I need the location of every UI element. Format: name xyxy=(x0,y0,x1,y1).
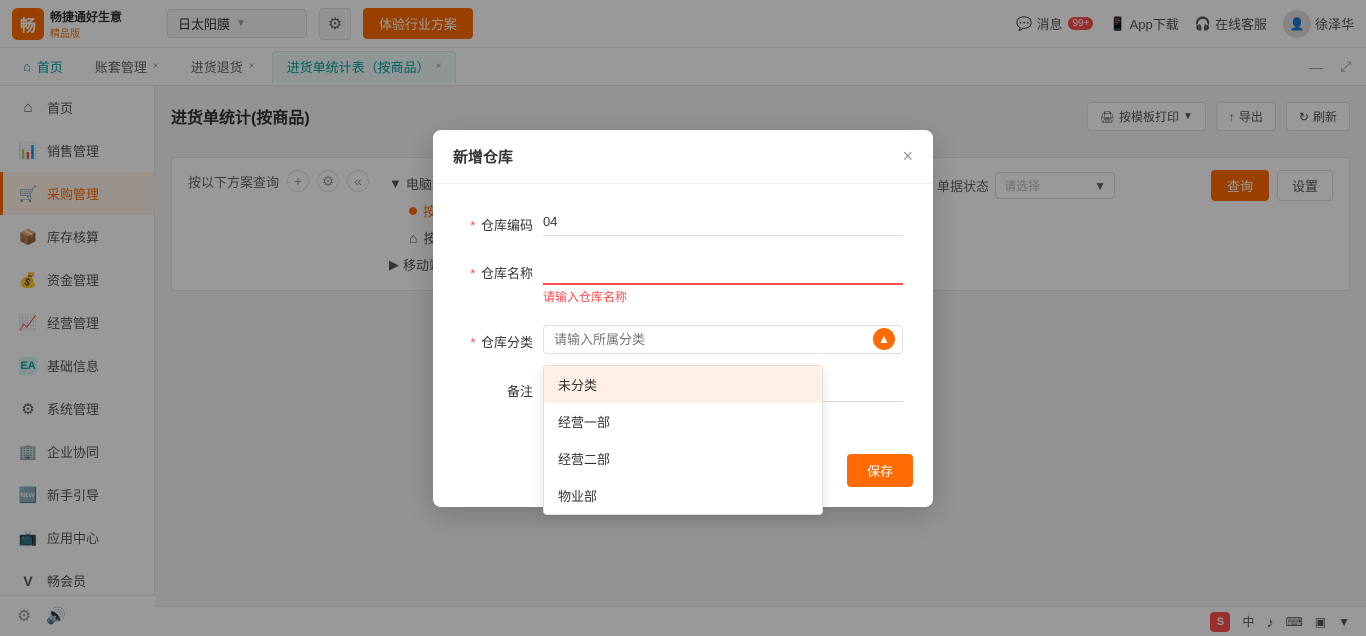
dropdown-item-dept2[interactable]: 经营二部 xyxy=(544,440,822,477)
name-error-msg: 请输入仓库名称 xyxy=(543,288,903,305)
dropdown-item-unclassified[interactable]: 未分类 xyxy=(544,366,822,403)
notes-label: 备注 xyxy=(463,374,533,400)
category-field-row: * 仓库分类 ▲ 未分类 经营一部 经营二部 物业部 xyxy=(463,325,903,354)
dropdown-item-dept1[interactable]: 经营一部 xyxy=(544,403,822,440)
modal-close-button[interactable]: × xyxy=(902,146,913,167)
modal-header: 新增仓库 × xyxy=(433,130,933,184)
save-button[interactable]: 保存 xyxy=(847,454,913,487)
name-label: * 仓库名称 xyxy=(463,256,533,282)
category-input[interactable] xyxy=(543,325,903,354)
category-label: * 仓库分类 xyxy=(463,325,533,351)
dropdown-item-dept3[interactable]: 物业部 xyxy=(544,477,822,514)
name-field-container: 请输入仓库名称 xyxy=(543,256,903,305)
name-field-row: * 仓库名称 请输入仓库名称 xyxy=(463,256,903,305)
code-field-row: * 仓库编码 xyxy=(463,208,903,236)
name-input[interactable] xyxy=(543,256,903,285)
category-select-container: ▲ 未分类 经营一部 经营二部 物业部 xyxy=(543,325,903,354)
code-label: * 仓库编码 xyxy=(463,208,533,234)
modal-title: 新增仓库 xyxy=(453,146,513,167)
category-dropdown: 未分类 经营一部 经营二部 物业部 xyxy=(543,365,823,515)
add-warehouse-modal: 新增仓库 × * 仓库编码 * 仓库名称 请输入仓库名称 xyxy=(433,130,933,507)
modal-overlay[interactable]: 新增仓库 × * 仓库编码 * 仓库名称 请输入仓库名称 xyxy=(0,0,1366,636)
category-toggle-button[interactable]: ▲ xyxy=(873,328,895,350)
modal-body: * 仓库编码 * 仓库名称 请输入仓库名称 * xyxy=(433,184,933,442)
code-input[interactable] xyxy=(543,208,903,236)
